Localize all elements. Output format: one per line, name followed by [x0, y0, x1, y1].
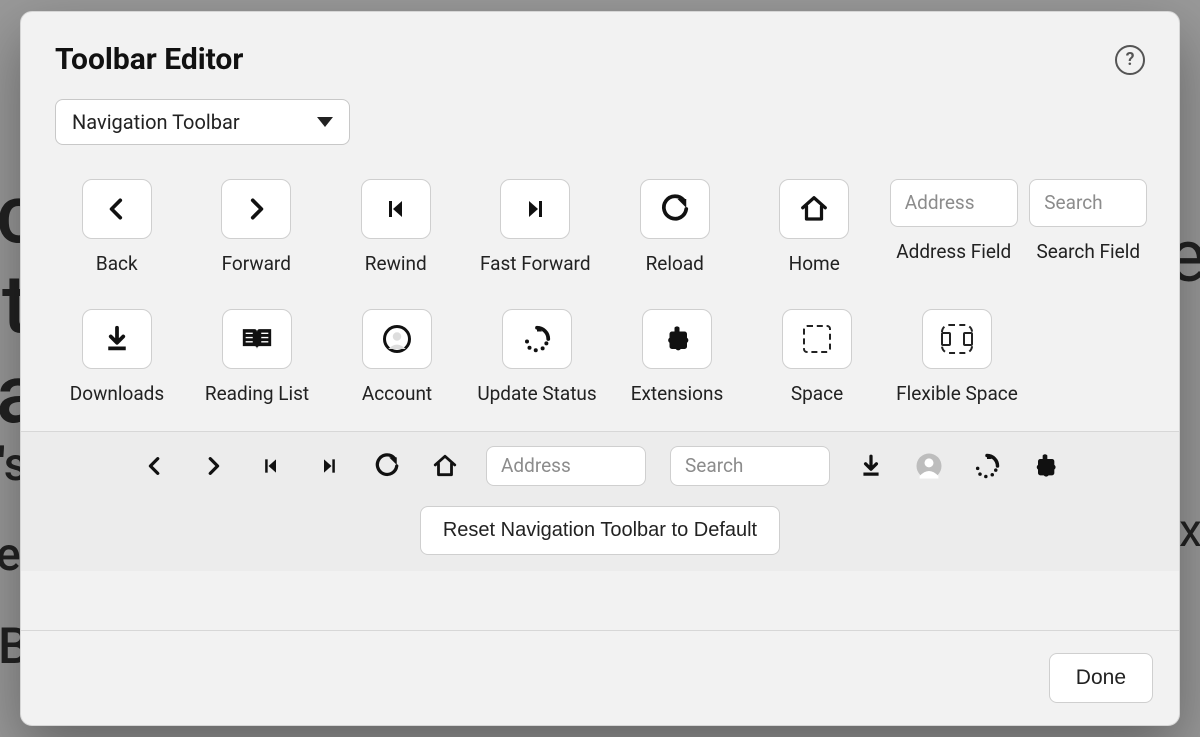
search-placeholder: Search: [685, 454, 743, 477]
downloads-icon: [102, 324, 132, 354]
palette-item-extensions[interactable]: Extensions: [607, 309, 747, 405]
forward-icon: [202, 454, 224, 478]
palette-item-label: Forward: [222, 253, 291, 275]
preview-downloads[interactable]: [854, 449, 888, 483]
preview-account[interactable]: [912, 449, 946, 483]
preview-fast-forward[interactable]: [312, 449, 346, 483]
palette-item-label: Address Field: [896, 241, 1011, 263]
preview-search-field[interactable]: Search: [670, 446, 830, 486]
fast-forward-icon: [523, 196, 547, 222]
rewind-icon: [261, 455, 281, 477]
update-status-icon: [522, 324, 552, 354]
palette-item-label: Fast Forward: [480, 253, 591, 275]
preview-extensions[interactable]: [1028, 449, 1062, 483]
toolbar-picker-row: Navigation Toolbar: [21, 99, 1179, 159]
palette-item-downloads[interactable]: Downloads: [47, 309, 187, 405]
toolbar-picker-select[interactable]: Navigation Toolbar: [55, 99, 350, 145]
done-button-label: Done: [1076, 666, 1126, 689]
palette-item-label: Downloads: [70, 383, 164, 405]
preview-row: Address Search: [138, 446, 1062, 486]
toolbar-editor-dialog: Toolbar Editor ? Navigation Toolbar Back…: [20, 11, 1180, 726]
palette-item-reload[interactable]: Reload: [605, 179, 745, 275]
reading-list-icon: [240, 325, 274, 353]
palette-item-rewind[interactable]: Rewind: [326, 179, 466, 275]
help-button[interactable]: ?: [1115, 45, 1145, 75]
fast-forward-icon: [319, 455, 339, 477]
preview-update-status[interactable]: [970, 449, 1004, 483]
preview-toolbar: Address Search Reset Navigation Toolbar …: [21, 431, 1179, 571]
preview-forward[interactable]: [196, 449, 230, 483]
palette-item-label: Space: [791, 383, 843, 405]
extensions-icon: [662, 324, 692, 354]
back-icon: [104, 194, 130, 224]
home-icon: [431, 453, 459, 479]
rewind-icon: [384, 196, 408, 222]
chevron-down-icon: [317, 117, 333, 127]
palette-item-label: Flexible Space: [896, 383, 1018, 405]
palette-item-label: Search Field: [1036, 241, 1140, 263]
preview-address-field[interactable]: Address: [486, 446, 646, 486]
address-placeholder: Address: [501, 454, 571, 477]
palette-item-account[interactable]: Account: [327, 309, 467, 405]
palette-item-label: Rewind: [365, 253, 427, 275]
palette-item-search-field[interactable]: Search Search Field: [1024, 179, 1154, 275]
palette-row-2: Downloads Reading List Account Update St…: [47, 309, 1153, 405]
palette-item-label: Account: [362, 383, 432, 405]
reload-icon: [660, 194, 690, 224]
extensions-icon: [1031, 452, 1059, 480]
palette-item-label: Reading List: [205, 383, 309, 405]
palette-item-space[interactable]: Space: [747, 309, 887, 405]
palette-item-label: Extensions: [631, 383, 724, 405]
palette-item-label: Reload: [646, 253, 704, 275]
preview-back[interactable]: [138, 449, 172, 483]
palette-item-label: Update Status: [477, 383, 596, 405]
palette-item-flexible-space[interactable]: Flexible Space: [887, 309, 1027, 405]
address-field-placeholder: Address: [890, 179, 1018, 227]
home-icon: [798, 194, 830, 224]
space-icon: [803, 325, 831, 353]
palette-item-back[interactable]: Back: [47, 179, 187, 275]
done-button[interactable]: Done: [1049, 653, 1153, 703]
reset-toolbar-button[interactable]: Reset Navigation Toolbar to Default: [420, 506, 780, 555]
downloads-icon: [858, 453, 884, 479]
preview-home[interactable]: [428, 449, 462, 483]
dialog-title: Toolbar Editor: [55, 42, 243, 77]
toolbar-picker-label: Navigation Toolbar: [72, 110, 240, 134]
palette-item-fast-forward[interactable]: Fast Forward: [466, 179, 606, 275]
palette-item-address-field[interactable]: Address Address Field: [884, 179, 1024, 275]
palette-item-home[interactable]: Home: [745, 179, 885, 275]
dialog-footer: Done: [21, 630, 1179, 725]
dialog-header: Toolbar Editor ?: [21, 12, 1179, 99]
palette-item-label: Home: [789, 253, 840, 275]
palette-item-forward[interactable]: Forward: [187, 179, 327, 275]
reset-button-label: Reset Navigation Toolbar to Default: [443, 519, 757, 541]
forward-icon: [243, 194, 269, 224]
preview-rewind[interactable]: [254, 449, 288, 483]
back-icon: [144, 454, 166, 478]
reload-icon: [374, 453, 400, 479]
account-icon: [382, 324, 412, 354]
palette-item-label: Back: [96, 253, 138, 275]
preview-reload[interactable]: [370, 449, 404, 483]
search-field-placeholder: Search: [1029, 179, 1147, 227]
palette-item-update-status[interactable]: Update Status: [467, 309, 607, 405]
update-status-icon: [973, 452, 1001, 480]
account-icon: [914, 451, 944, 481]
flexible-space-icon: [941, 324, 973, 354]
palette-row-1: Back Forward Rewind Fast Forward: [47, 179, 1153, 275]
palette-item-reading-list[interactable]: Reading List: [187, 309, 327, 405]
question-mark-icon: ?: [1126, 49, 1135, 70]
palette: Back Forward Rewind Fast Forward: [21, 159, 1179, 431]
